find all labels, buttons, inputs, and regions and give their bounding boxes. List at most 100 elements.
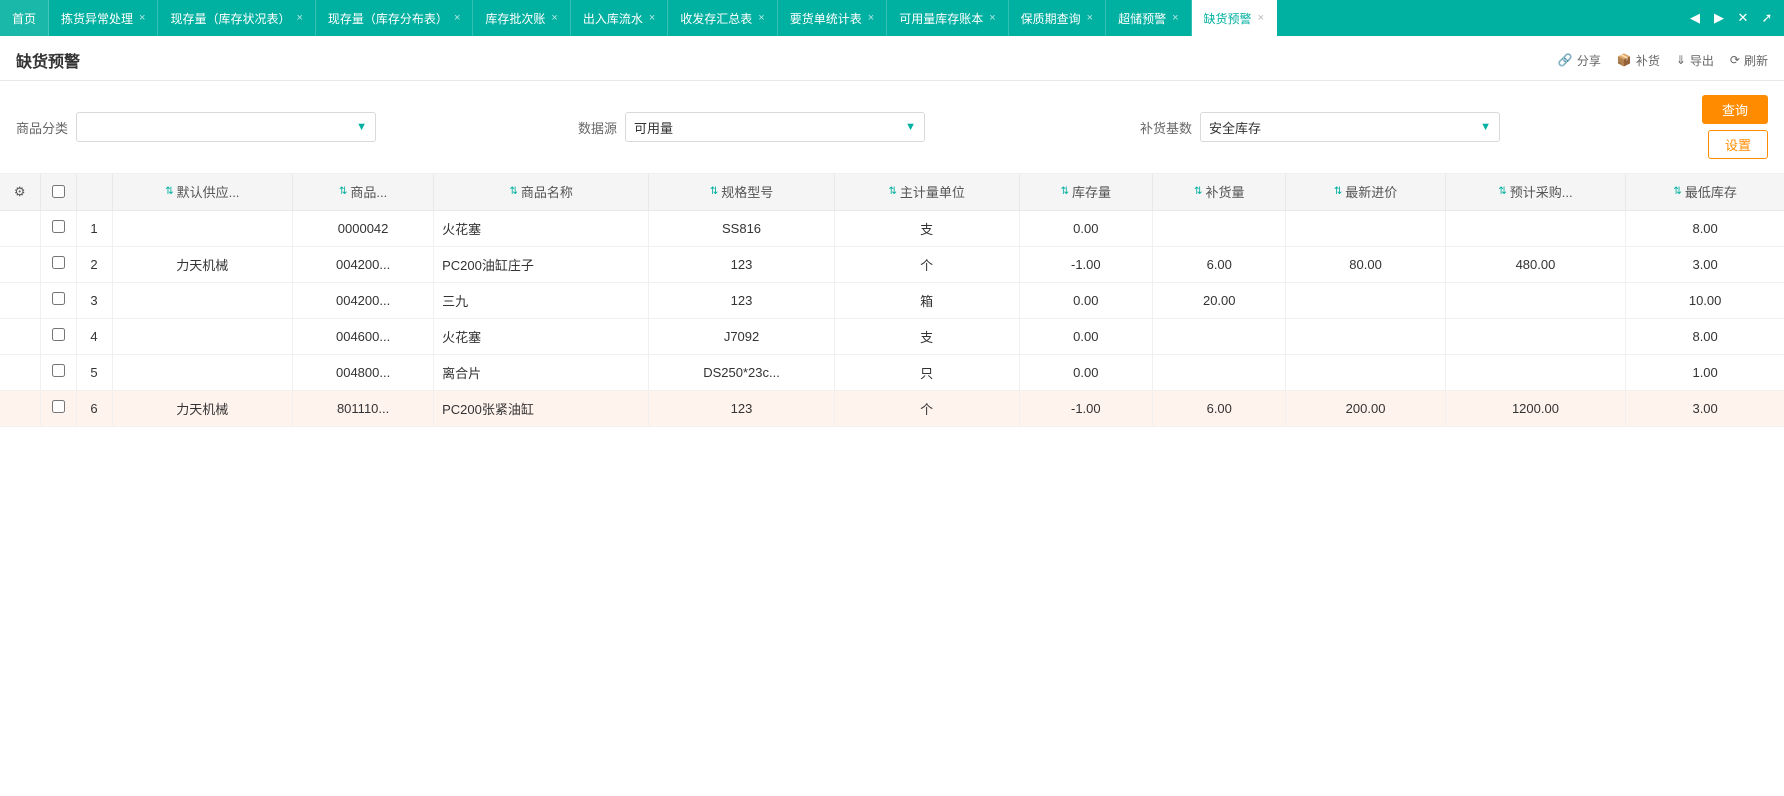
nav-close-button[interactable]: ✕ bbox=[1732, 7, 1754, 29]
row-checkbox[interactable] bbox=[52, 400, 65, 413]
column-header-estimated-purchase[interactable]: ⇅预计采购... bbox=[1445, 174, 1626, 210]
row-checkbox[interactable] bbox=[52, 220, 65, 233]
column-header-replenish-qty[interactable]: ⇅补货量 bbox=[1153, 174, 1286, 210]
nav-tab-close[interactable]: × bbox=[1258, 12, 1264, 24]
column-header-unit[interactable]: ⇅主计量单位 bbox=[834, 174, 1019, 210]
nav-expand-button[interactable]: ➚ bbox=[1756, 7, 1778, 29]
refresh-icon: ⟳ bbox=[1730, 53, 1740, 67]
nav-tab-close[interactable]: × bbox=[758, 12, 764, 24]
cell-num: 5 bbox=[76, 354, 112, 390]
nav-tab-2[interactable]: 现存量（库存状况表） × bbox=[158, 0, 315, 36]
nav-tab-3[interactable]: 现存量（库存分布表） × bbox=[316, 0, 473, 36]
nav-tab-5[interactable]: 出入库流水 × bbox=[571, 0, 668, 36]
column-header-min-stock[interactable]: ⇅最低库存 bbox=[1626, 174, 1784, 210]
nav-tab-close[interactable]: × bbox=[649, 12, 655, 24]
share-icon: 🔗 bbox=[1558, 53, 1573, 67]
cell-product-code: 004600... bbox=[293, 318, 434, 354]
cell-stock: 0.00 bbox=[1019, 282, 1152, 318]
cell-gear[interactable] bbox=[0, 354, 40, 390]
nav-tab-label: 收发存汇总表 bbox=[680, 10, 752, 27]
cell-estimated-purchase bbox=[1445, 210, 1626, 246]
cell-estimated-purchase bbox=[1445, 282, 1626, 318]
select-all-checkbox[interactable] bbox=[52, 185, 65, 198]
share-button[interactable]: 🔗 分享 bbox=[1558, 52, 1601, 69]
cell-gear[interactable] bbox=[0, 318, 40, 354]
nav-tab-7[interactable]: 要货单统计表 × bbox=[778, 0, 887, 36]
nav-tabs: 首页拣货异常处理 ×现存量（库存状况表） ×现存量（库存分布表） ×库存批次账 … bbox=[0, 0, 1678, 36]
nav-tab-6[interactable]: 收发存汇总表 × bbox=[668, 0, 777, 36]
cell-checkbox[interactable] bbox=[40, 318, 76, 354]
cell-gear[interactable] bbox=[0, 390, 40, 426]
nav-next-button[interactable]: ▶ bbox=[1708, 7, 1730, 29]
nav-tab-close[interactable]: × bbox=[454, 12, 460, 24]
column-header-spec[interactable]: ⇅规格型号 bbox=[649, 174, 834, 210]
nav-tab-11[interactable]: 缺货预警 × bbox=[1192, 0, 1277, 36]
query-button[interactable]: 查询 bbox=[1702, 95, 1768, 124]
cell-checkbox[interactable] bbox=[40, 354, 76, 390]
nav-tab-1[interactable]: 拣货异常处理 × bbox=[49, 0, 158, 36]
cell-gear[interactable] bbox=[0, 282, 40, 318]
column-header-stock[interactable]: ⇅库存量 bbox=[1019, 174, 1152, 210]
category-label: 商品分类 bbox=[16, 118, 68, 137]
datasource-dropdown-arrow: ▼ bbox=[905, 121, 916, 133]
nav-tab-4[interactable]: 库存批次账 × bbox=[473, 0, 570, 36]
cell-gear[interactable] bbox=[0, 210, 40, 246]
top-navigation: 首页拣货异常处理 ×现存量（库存状况表） ×现存量（库存分布表） ×库存批次账 … bbox=[0, 0, 1784, 36]
nav-prev-button[interactable]: ◀ bbox=[1684, 7, 1706, 29]
sort-icon: ⇅ bbox=[1194, 186, 1202, 197]
table-row: 2力天机械004200...PC200油缸庄子123个-1.006.0080.0… bbox=[0, 246, 1784, 282]
export-button[interactable]: ⇓ 导出 bbox=[1676, 52, 1714, 69]
column-header-checkbox[interactable] bbox=[40, 174, 76, 210]
cell-supplier: 力天机械 bbox=[112, 246, 293, 282]
nav-tab-close[interactable]: × bbox=[139, 12, 145, 24]
nav-tab-8[interactable]: 可用量库存账本 × bbox=[887, 0, 1008, 36]
sort-icon: ⇅ bbox=[1061, 186, 1069, 197]
settings-button[interactable]: 设置 bbox=[1708, 130, 1768, 159]
replenish-select[interactable]: 安全库存 ▼ bbox=[1200, 112, 1500, 142]
column-header-supplier[interactable]: ⇅默认供应... bbox=[112, 174, 293, 210]
cell-num: 2 bbox=[76, 246, 112, 282]
datasource-select[interactable]: 可用量 ▼ bbox=[625, 112, 925, 142]
cell-checkbox[interactable] bbox=[40, 282, 76, 318]
column-header-latest-price[interactable]: ⇅最新进价 bbox=[1286, 174, 1445, 210]
row-checkbox[interactable] bbox=[52, 292, 65, 305]
category-select[interactable]: ▼ bbox=[76, 112, 376, 142]
cell-spec: 123 bbox=[649, 246, 834, 282]
cell-spec: 123 bbox=[649, 390, 834, 426]
nav-tab-close[interactable]: × bbox=[551, 12, 557, 24]
category-filter-group: 商品分类 ▼ bbox=[16, 112, 554, 142]
cell-unit: 支 bbox=[834, 318, 1019, 354]
cell-supplier: 力天机械 bbox=[112, 390, 293, 426]
replenish-button[interactable]: 📦 补货 bbox=[1617, 52, 1660, 69]
cell-num: 3 bbox=[76, 282, 112, 318]
nav-tab-10[interactable]: 超储预警 × bbox=[1106, 0, 1191, 36]
cell-checkbox[interactable] bbox=[40, 246, 76, 282]
refresh-button[interactable]: ⟳ 刷新 bbox=[1730, 52, 1768, 69]
row-checkbox[interactable] bbox=[52, 256, 65, 269]
column-header-gear[interactable]: ⚙ bbox=[0, 174, 40, 210]
cell-min-stock: 8.00 bbox=[1626, 210, 1784, 246]
nav-tab-close[interactable]: × bbox=[296, 12, 302, 24]
cell-product-code: 801110... bbox=[293, 390, 434, 426]
cell-latest-price bbox=[1286, 354, 1445, 390]
cell-supplier bbox=[112, 282, 293, 318]
column-header-product-code[interactable]: ⇅商品... bbox=[293, 174, 434, 210]
row-checkbox[interactable] bbox=[52, 328, 65, 341]
nav-tab-9[interactable]: 保质期查询 × bbox=[1009, 0, 1106, 36]
cell-replenish-qty: 20.00 bbox=[1153, 282, 1286, 318]
replenish-filter-group: 补货基数 安全库存 ▼ bbox=[1140, 112, 1678, 142]
cell-gear[interactable] bbox=[0, 246, 40, 282]
cell-checkbox[interactable] bbox=[40, 390, 76, 426]
nav-tab-0[interactable]: 首页 bbox=[0, 0, 49, 36]
replenish-select-value: 安全库存 bbox=[1209, 118, 1261, 137]
row-checkbox[interactable] bbox=[52, 364, 65, 377]
table-row: 6力天机械801110...PC200张紧油缸123个-1.006.00200.… bbox=[0, 390, 1784, 426]
cell-product-name: 离合片 bbox=[434, 354, 649, 390]
column-header-product-name[interactable]: ⇅商品名称 bbox=[434, 174, 649, 210]
nav-tab-close[interactable]: × bbox=[989, 12, 995, 24]
cell-checkbox[interactable] bbox=[40, 210, 76, 246]
nav-tab-label: 库存批次账 bbox=[485, 10, 545, 27]
nav-tab-close[interactable]: × bbox=[1087, 12, 1093, 24]
nav-tab-close[interactable]: × bbox=[868, 12, 874, 24]
nav-tab-close[interactable]: × bbox=[1172, 12, 1178, 24]
